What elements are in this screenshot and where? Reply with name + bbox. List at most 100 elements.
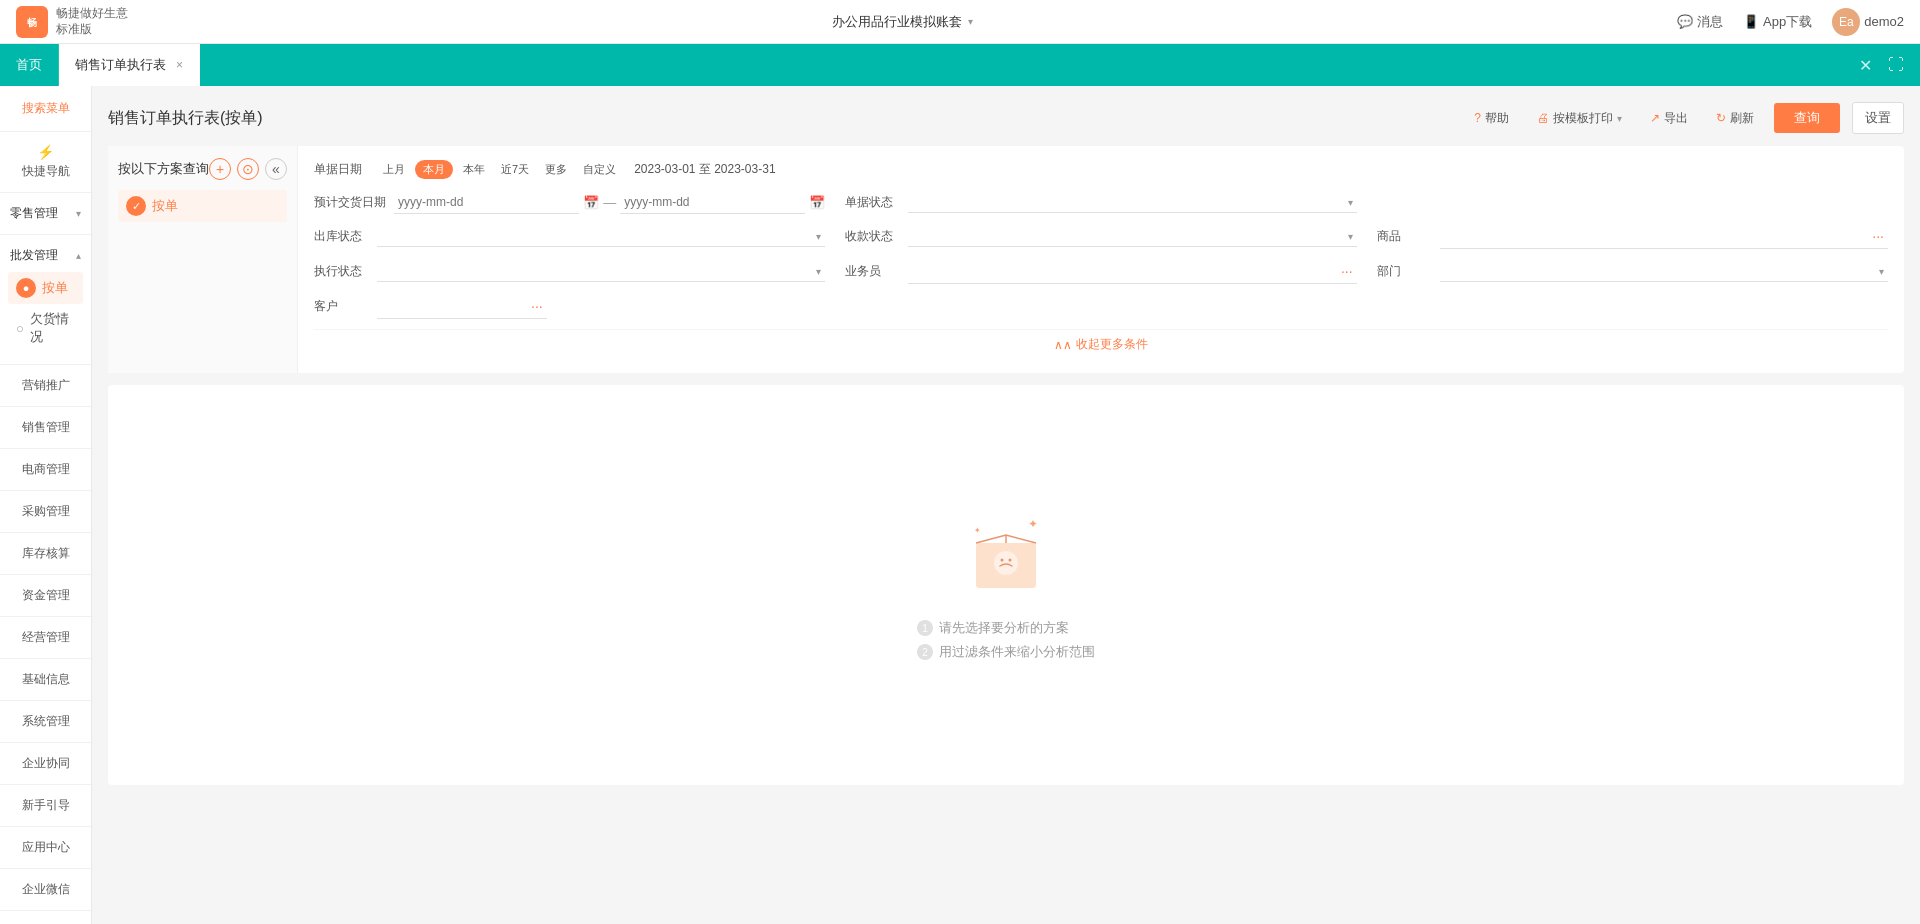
sidebar-marketing[interactable]: 营销推广 [0, 369, 91, 402]
sidebar-basic-info[interactable]: 基础信息 [0, 663, 91, 696]
date-btn-近7天[interactable]: 近7天 [495, 160, 535, 179]
filter-section-row: 按以下方案查询 + ⊙ « [108, 146, 1904, 373]
user-profile[interactable]: Ea demo2 [1832, 8, 1904, 36]
svg-text:✦: ✦ [974, 526, 981, 535]
sidebar-finance[interactable]: 资金管理 [0, 579, 91, 612]
logo-text: 畅捷做好生意 标准版 [56, 6, 128, 37]
expected-date-to-input[interactable] [620, 191, 805, 214]
export-label: 导出 [1664, 110, 1688, 127]
sidebar-system[interactable]: 系统管理 [0, 705, 91, 738]
exec-status-select[interactable]: ▾ [377, 262, 825, 282]
date-label: 单据日期 [314, 161, 369, 178]
help-button[interactable]: ? 帮助 [1466, 106, 1517, 131]
sidebar-member[interactable]: 畅会员 [0, 915, 91, 924]
template-print-label: 按模板打印 [1553, 110, 1613, 127]
payment-status-select[interactable]: ▾ [908, 227, 1356, 247]
sidebar-sales-mgmt[interactable]: 销售管理 [0, 411, 91, 444]
customer-label: 客户 [314, 298, 369, 315]
delivery-status-select[interactable]: ▾ [377, 227, 825, 247]
system-title-text: 办公用品行业模拟账套 [832, 13, 962, 31]
filter-delivery-status: 出库状态 ▾ [314, 224, 825, 249]
copy-scheme-button[interactable]: ⊙ [237, 158, 259, 180]
export-button[interactable]: ↗ 导出 [1642, 106, 1696, 131]
sidebar-operations[interactable]: 经营管理 [0, 621, 91, 654]
collapse-icon: ∧∧ [1054, 338, 1072, 352]
customer-input[interactable] [381, 299, 531, 313]
system-title[interactable]: 办公用品行业模拟账套 ▾ [832, 13, 973, 31]
sidebar-app-center[interactable]: 应用中心 [0, 831, 91, 864]
doc-status-select[interactable]: ▾ [908, 193, 1356, 213]
sidebar-item-inventory: 库存核算 [0, 533, 91, 575]
expected-date-from-input[interactable] [394, 191, 579, 214]
tab-sales-order[interactable]: 销售订单执行表 × [59, 44, 200, 86]
collapse-more-button[interactable]: ∧∧ 收起更多条件 [314, 329, 1888, 359]
dept-select[interactable]: ▾ [1440, 262, 1888, 282]
refresh-button[interactable]: ↻ 刷新 [1708, 106, 1762, 131]
app-download-button[interactable]: 📱 App下载 [1743, 13, 1812, 31]
date-to-icon[interactable]: 📅 [809, 195, 825, 210]
date-btn-本月[interactable]: 本月 [415, 160, 453, 179]
sidebar-wholesale-mgmt[interactable]: 批发管理 ▴ [0, 239, 91, 272]
query-button[interactable]: 查询 [1774, 103, 1840, 133]
filter-row-3: 执行状态 ▾ 业务员 ··· [314, 259, 1888, 284]
date-btn-上月[interactable]: 上月 [377, 160, 411, 179]
sidebar-item-operations: 经营管理 [0, 617, 91, 659]
payment-label: 收款状态 [845, 228, 900, 245]
sidebar-sub-欠货情况[interactable]: ○ 欠货情况 [8, 304, 83, 352]
print-icon: 🖨 [1537, 111, 1549, 125]
tab-sales-order-label: 销售订单执行表 [75, 56, 166, 74]
filter-exec-status: 执行状态 ▾ [314, 259, 825, 284]
quick-nav-icon: ⚡ [37, 144, 54, 160]
collapse-left-button[interactable]: « [265, 158, 287, 180]
date-btn-更多[interactable]: 更多 [539, 160, 573, 179]
date-btn-自定义[interactable]: 自定义 [577, 160, 622, 179]
window-maximize-icon[interactable]: ⛶ [1884, 52, 1908, 78]
date-from-icon[interactable]: 📅 [583, 195, 599, 210]
sidebar-corp-collab[interactable]: 企业协同 [0, 747, 91, 780]
delivery-label: 出库状态 [314, 228, 369, 245]
tab-actions: ✕ ⛶ [1843, 44, 1920, 86]
sidebar-item-corp-wechat: 企业微信 [0, 869, 91, 911]
expected-date-range: 📅 — 📅 [394, 191, 825, 214]
message-button[interactable]: 💬 消息 [1677, 13, 1723, 31]
sidebar-onboarding[interactable]: 新手引导 [0, 789, 91, 822]
scheme-item-按单[interactable]: ✓ 按单 [118, 190, 287, 222]
sidebar-nav-quick-nav[interactable]: ⚡ 快捷导航 [0, 136, 91, 188]
goods-input[interactable] [1444, 229, 1873, 243]
exec-arrow-icon: ▾ [816, 266, 821, 277]
export-icon: ↗ [1650, 111, 1660, 125]
date-btn-本年[interactable]: 本年 [457, 160, 491, 179]
salesperson-dots-icon[interactable]: ··· [1341, 263, 1353, 279]
sidebar-inventory[interactable]: 库存核算 [0, 537, 91, 570]
goods-dots-icon[interactable]: ··· [1872, 228, 1884, 244]
filter-left-panel: 按以下方案查询 + ⊙ « [108, 146, 298, 373]
tab-close-icon[interactable]: × [176, 58, 183, 72]
sidebar-retail-mgmt[interactable]: 零售管理 ▾ [0, 197, 91, 230]
filter-left-actions: + ⊙ « [209, 158, 287, 180]
tab-home[interactable]: 首页 [0, 44, 59, 86]
empty-step-1: 1 请先选择要分析的方案 [917, 619, 1095, 637]
window-close-icon[interactable]: ✕ [1855, 52, 1876, 79]
page-title: 销售订单执行表(按单) [108, 108, 263, 129]
copy-icon: ⊙ [242, 161, 254, 177]
add-icon: + [216, 161, 224, 177]
sidebar-sub-按单[interactable]: ● 按单 [8, 272, 83, 304]
add-scheme-button[interactable]: + [209, 158, 231, 180]
sidebar-ecommerce[interactable]: 电商管理 [0, 453, 91, 486]
main-layout: 搜索菜单 ⚡ 快捷导航 零售管理 ▾ 批发管理 ▴ ● 按单 [0, 86, 1920, 924]
svg-text:畅: 畅 [27, 17, 37, 28]
settings-button[interactable]: 设置 [1852, 102, 1904, 134]
filter-dept: 部门 ▾ [1377, 259, 1888, 284]
doc-status-label: 单据状态 [845, 194, 900, 211]
page-header: 销售订单执行表(按单) ? 帮助 🖨 按模板打印 ▾ ↗ 导出 [108, 102, 1904, 134]
sidebar-item-app-center: 应用中心 [0, 827, 91, 869]
system-title-arrow-icon: ▾ [968, 16, 973, 27]
template-print-button[interactable]: 🖨 按模板打印 ▾ [1529, 106, 1630, 131]
search-menu-button[interactable]: 搜索菜单 [6, 94, 85, 123]
sidebar-corp-wechat[interactable]: 企业微信 [0, 873, 91, 906]
salesperson-input[interactable] [912, 264, 1341, 278]
sidebar-purchase[interactable]: 采购管理 [0, 495, 91, 528]
customer-dots-icon[interactable]: ··· [531, 298, 543, 314]
date-separator: — [603, 195, 616, 210]
sidebar: 搜索菜单 ⚡ 快捷导航 零售管理 ▾ 批发管理 ▴ ● 按单 [0, 86, 92, 924]
